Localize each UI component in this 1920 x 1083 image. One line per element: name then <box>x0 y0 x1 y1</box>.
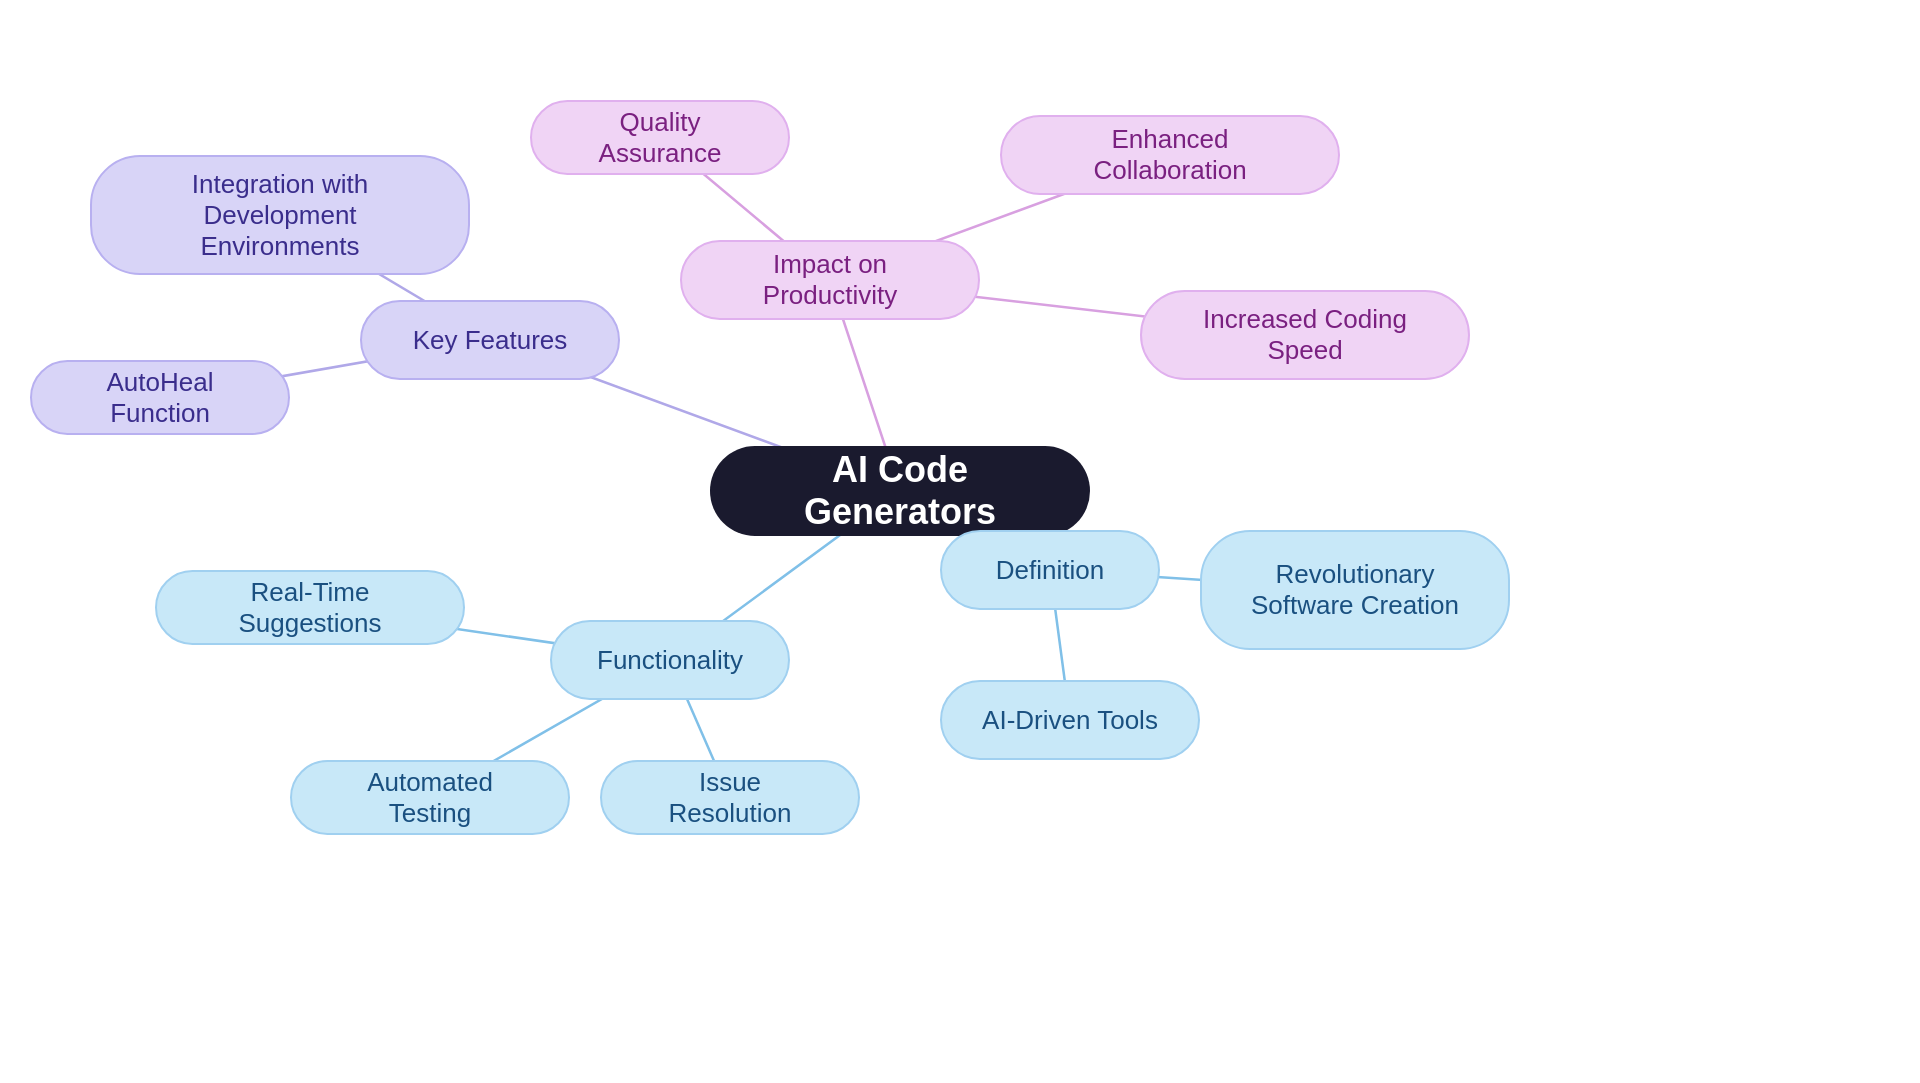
definition-node: Definition <box>940 530 1160 610</box>
integration-node: Integration with Development Environment… <box>90 155 470 275</box>
autoheal-node: AutoHeal Function <box>30 360 290 435</box>
enhanced-collab-node: Enhanced Collaboration <box>1000 115 1340 195</box>
ai-driven-node: AI-Driven Tools <box>940 680 1200 760</box>
realtime-node: Real-Time Suggestions <box>155 570 465 645</box>
quality-node: Quality Assurance <box>530 100 790 175</box>
center-node: AI Code Generators <box>710 446 1090 536</box>
increased-speed-node: Increased Coding Speed <box>1140 290 1470 380</box>
revolutionary-node: Revolutionary Software Creation <box>1200 530 1510 650</box>
functionality-node: Functionality <box>550 620 790 700</box>
key-features-node: Key Features <box>360 300 620 380</box>
automated-node: Automated Testing <box>290 760 570 835</box>
impact-node: Impact on Productivity <box>680 240 980 320</box>
issue-res-node: Issue Resolution <box>600 760 860 835</box>
